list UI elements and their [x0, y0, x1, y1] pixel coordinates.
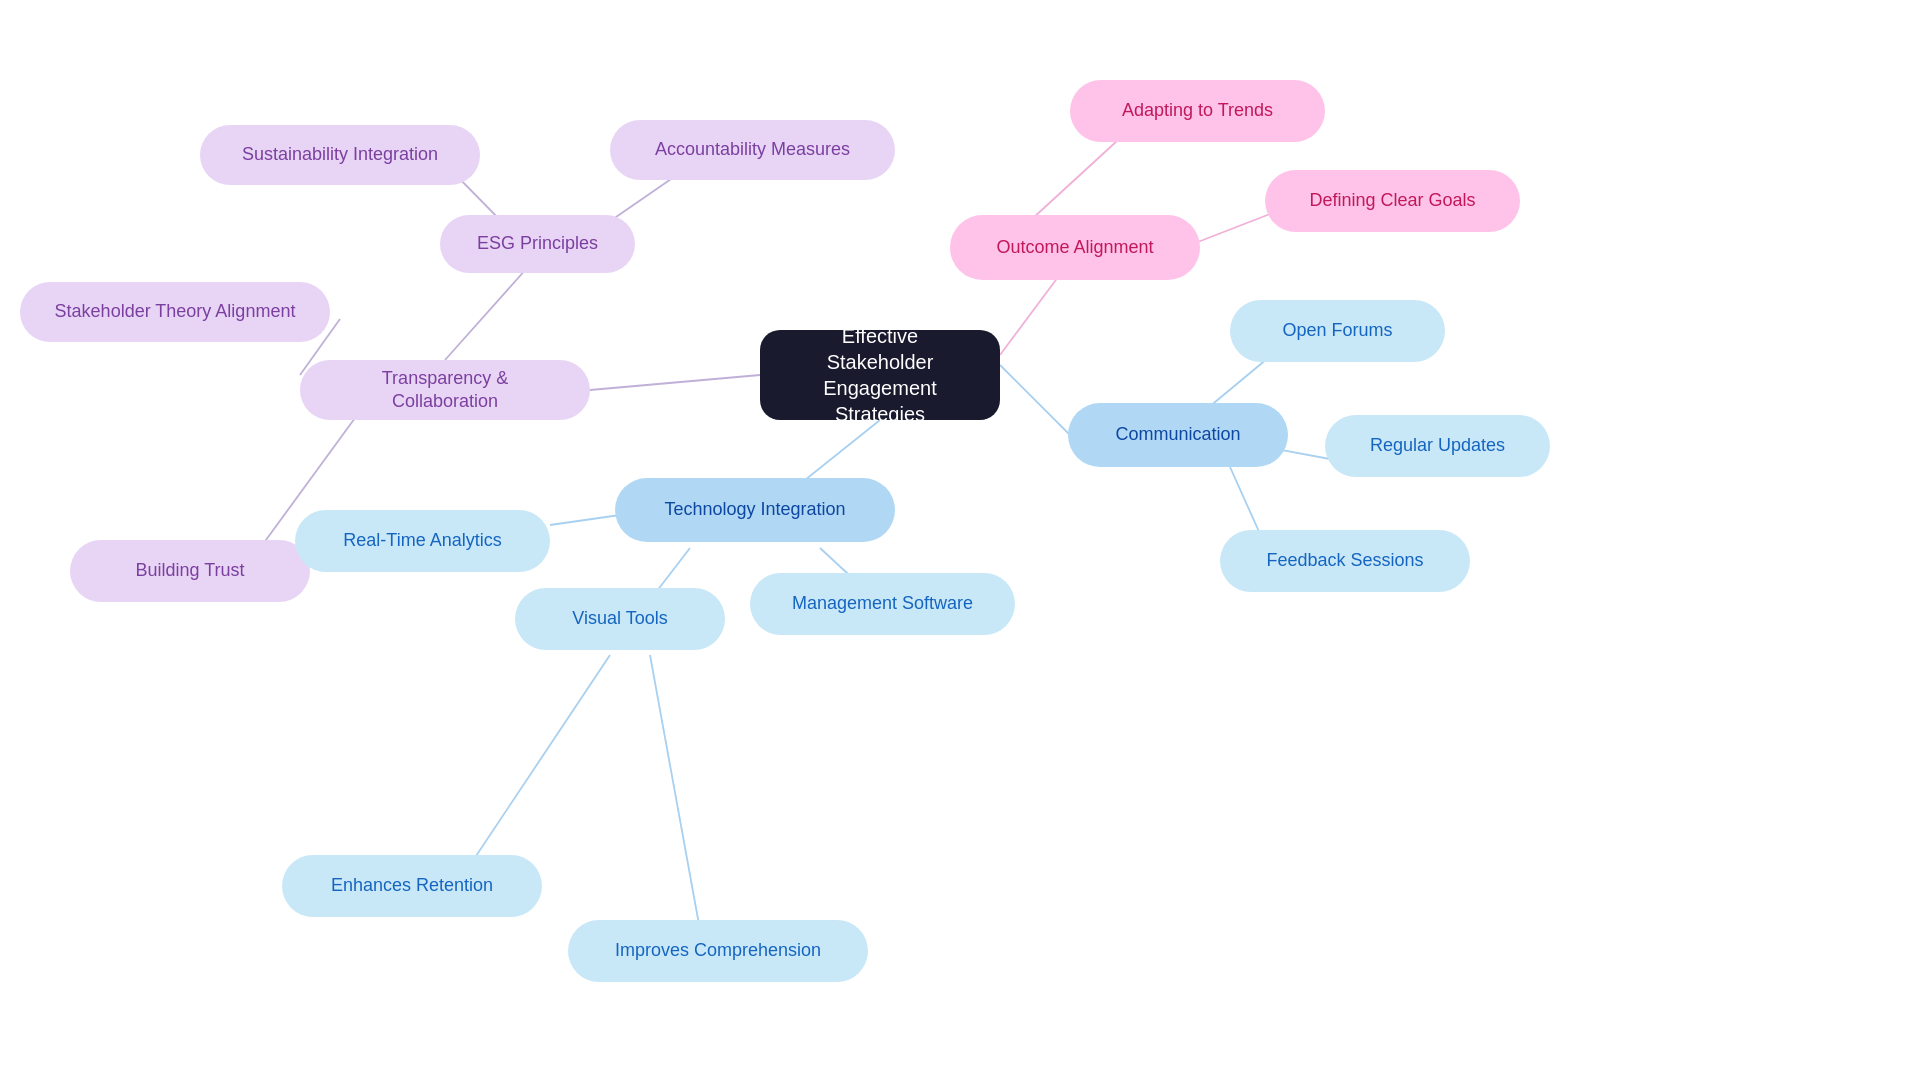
improves-node: Improves Comprehension: [568, 920, 868, 982]
sustainability-label: Sustainability Integration: [242, 143, 438, 166]
management-sw-node: Management Software: [750, 573, 1015, 635]
building-trust-label: Building Trust: [135, 559, 244, 582]
esg-label: ESG Principles: [477, 232, 598, 255]
center-label: Effective Stakeholder Engagement Strateg…: [788, 323, 972, 427]
feedback-sessions-node: Feedback Sessions: [1220, 530, 1470, 592]
enhances-node: Enhances Retention: [282, 855, 542, 917]
enhances-label: Enhances Retention: [331, 874, 493, 897]
adapting-label: Adapting to Trends: [1122, 99, 1273, 122]
regular-updates-label: Regular Updates: [1370, 434, 1505, 457]
realtime-label: Real-Time Analytics: [343, 529, 501, 552]
defining-label: Defining Clear Goals: [1309, 189, 1475, 212]
open-forums-label: Open Forums: [1282, 319, 1392, 342]
management-sw-label: Management Software: [792, 592, 973, 615]
stakeholder-label: Stakeholder Theory Alignment: [55, 300, 296, 323]
sustainability-node: Sustainability Integration: [200, 125, 480, 185]
accountability-label: Accountability Measures: [655, 138, 850, 161]
regular-updates-node: Regular Updates: [1325, 415, 1550, 477]
realtime-node: Real-Time Analytics: [295, 510, 550, 572]
transparency-node: Transparency & Collaboration: [300, 360, 590, 420]
tech-integration-label: Technology Integration: [664, 498, 845, 521]
tech-integration-node: Technology Integration: [615, 478, 895, 542]
building-trust-node: Building Trust: [70, 540, 310, 602]
esg-node: ESG Principles: [440, 215, 635, 273]
communication-node: Communication: [1068, 403, 1288, 467]
svg-line-10: [1190, 214, 1270, 245]
communication-label: Communication: [1115, 423, 1240, 446]
svg-line-0: [590, 375, 760, 390]
visual-tools-label: Visual Tools: [572, 607, 667, 630]
stakeholder-node: Stakeholder Theory Alignment: [20, 282, 330, 342]
defining-node: Defining Clear Goals: [1265, 170, 1520, 232]
center-node: Effective Stakeholder Engagement Strateg…: [760, 330, 1000, 420]
open-forums-node: Open Forums: [1230, 300, 1445, 362]
svg-line-17: [470, 655, 610, 865]
adapting-node: Adapting to Trends: [1070, 80, 1325, 142]
accountability-node: Accountability Measures: [610, 120, 895, 180]
outcome-node: Outcome Alignment: [950, 215, 1200, 280]
outcome-label: Outcome Alignment: [996, 236, 1153, 259]
svg-line-4: [445, 259, 535, 360]
svg-line-14: [550, 515, 620, 525]
visual-tools-node: Visual Tools: [515, 588, 725, 650]
transparency-label: Transparency & Collaboration: [328, 367, 562, 414]
improves-label: Improves Comprehension: [615, 939, 821, 962]
feedback-sessions-label: Feedback Sessions: [1266, 549, 1423, 572]
svg-line-18: [650, 655, 700, 930]
